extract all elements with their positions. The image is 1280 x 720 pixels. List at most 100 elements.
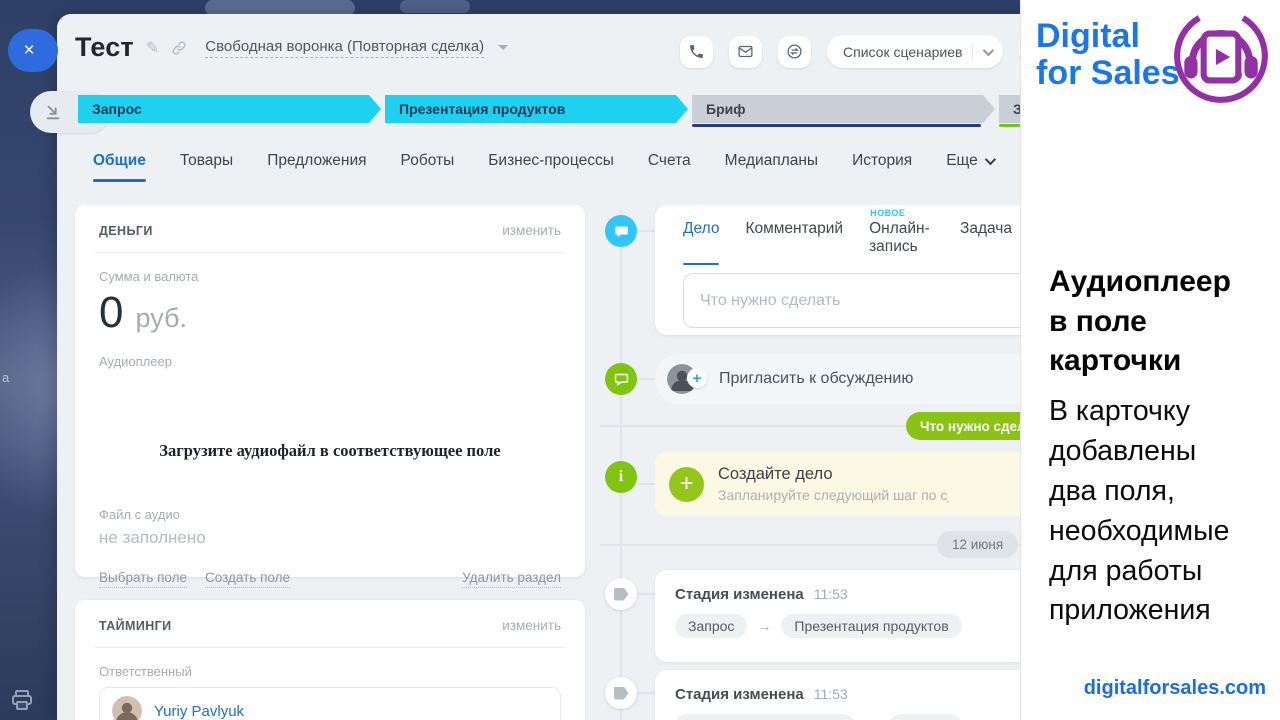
divider bbox=[95, 252, 565, 253]
stage-to-pill: Презентация продуктов bbox=[781, 614, 961, 638]
scenarios-label: Список сценариев bbox=[843, 44, 962, 60]
avatar: + bbox=[667, 364, 697, 394]
copy-link-icon[interactable] bbox=[171, 40, 187, 56]
stage-brief[interactable]: Бриф bbox=[692, 95, 995, 123]
edit-timings-link[interactable]: изменить bbox=[502, 618, 561, 633]
select-field-link[interactable]: Выбрать поле bbox=[99, 570, 187, 588]
event-time: 11:53 bbox=[814, 586, 848, 602]
collapse-arrow-icon bbox=[44, 103, 62, 121]
tab-mediaplans[interactable]: Медиапланы bbox=[725, 152, 818, 170]
tab-robots[interactable]: Роботы bbox=[401, 152, 455, 170]
tab-history[interactable]: История bbox=[852, 152, 912, 170]
tab-more[interactable]: Еще bbox=[946, 152, 993, 170]
composer-section-icon bbox=[605, 215, 637, 247]
stage-change-icon bbox=[605, 578, 637, 610]
tab-products[interactable]: Товары bbox=[180, 152, 233, 170]
todo-input[interactable] bbox=[683, 273, 1028, 328]
stage-presentation[interactable]: Презентация продуктов bbox=[385, 95, 688, 123]
amount-value: 0 bbox=[99, 288, 123, 338]
audiofile-field-label: Файл с аудио bbox=[99, 507, 561, 522]
composer-tabs: Дело Комментарий НОВОЕ Онлайн-запись Зад… bbox=[683, 220, 1012, 265]
promo-heading: Аудиоплеер в поле карточки bbox=[1049, 262, 1269, 381]
create-field-link[interactable]: Создать поле bbox=[205, 570, 290, 588]
tab-label: Бизнес-процессы bbox=[488, 152, 614, 170]
timeline-connector bbox=[637, 692, 655, 694]
amount-field-label: Сумма и валюта bbox=[99, 269, 561, 284]
stage-change-icon bbox=[605, 677, 637, 709]
arrow-right-icon: → bbox=[757, 618, 771, 634]
promo-body-line: два поля, bbox=[1049, 472, 1279, 512]
composer-tab-comment[interactable]: Комментарий bbox=[745, 220, 843, 265]
promo-heading-line: карточки bbox=[1049, 341, 1269, 381]
promo-website-link: digitalforsales.com bbox=[1084, 677, 1266, 700]
avatar bbox=[112, 696, 142, 720]
tab-label: Общие bbox=[93, 152, 146, 170]
tab-label: Еще bbox=[946, 152, 978, 170]
create-deal-subtitle: Запланируйте следующий шаг по сделке, чт… bbox=[718, 487, 948, 503]
new-badge: НОВОЕ bbox=[870, 208, 905, 218]
promo-heading-line: в поле bbox=[1049, 302, 1269, 342]
create-deal-hint-card[interactable]: + Создайте дело Запланируйте следующий ш… bbox=[655, 452, 1040, 516]
stage-from-pill: Запрос bbox=[675, 614, 747, 638]
tab-offers[interactable]: Предложения bbox=[267, 152, 366, 170]
promo-body: В карточку добавлены два поля, необходим… bbox=[1049, 392, 1279, 631]
invite-to-discussion-row[interactable]: + Пригласить к обсуждению bbox=[655, 354, 1040, 404]
info-icon: i bbox=[619, 468, 623, 486]
chat-button[interactable] bbox=[778, 36, 811, 68]
close-icon: × bbox=[23, 40, 34, 62]
responsible-user-box[interactable]: Yuriy Pavlyuk bbox=[99, 687, 561, 720]
brand-name: Digital for Sales bbox=[1036, 18, 1180, 91]
active-tab-underline bbox=[93, 179, 146, 182]
stage-changed-event: Стадия изменена 11:53 Презентация продук… bbox=[655, 670, 1040, 720]
call-button[interactable] bbox=[680, 36, 713, 68]
composer-tab-task[interactable]: Задача bbox=[960, 220, 1012, 265]
brand-line: Digital bbox=[1036, 18, 1180, 55]
timeline-connector bbox=[637, 593, 655, 595]
event-time: 11:53 bbox=[814, 686, 848, 702]
tab-general[interactable]: Общие bbox=[93, 152, 146, 182]
composer-tab-label: Дело bbox=[683, 220, 719, 237]
chevron-down-icon bbox=[498, 45, 508, 50]
deal-title: Тест bbox=[75, 32, 134, 63]
deal-header: Тест ✎ Свободная воронка (Повторная сдел… bbox=[75, 32, 508, 63]
brand-logo-icon bbox=[1170, 5, 1272, 107]
edit-title-icon[interactable]: ✎ bbox=[146, 38, 159, 58]
phone-icon bbox=[688, 43, 705, 60]
backdrop-text-fragment: a bbox=[2, 370, 9, 385]
timeline-separator bbox=[600, 425, 906, 427]
printer-icon[interactable] bbox=[10, 688, 34, 712]
section-title: ДЕНЬГИ bbox=[99, 224, 153, 238]
email-button[interactable] bbox=[729, 36, 762, 68]
audioplayer-empty-message: Загрузите аудиофайл в соответствующее по… bbox=[99, 441, 561, 461]
stage-label: Презентация продуктов bbox=[385, 95, 688, 123]
stage-zapros[interactable]: Запрос bbox=[78, 95, 381, 123]
date-chip: 12 июня bbox=[937, 531, 1018, 558]
stage-glyph-icon bbox=[614, 687, 629, 700]
composer-tab-deal[interactable]: Дело bbox=[683, 220, 719, 265]
edit-money-link[interactable]: изменить bbox=[502, 223, 561, 238]
funnel-selector[interactable]: Свободная воронка (Повторная сделка) bbox=[205, 38, 484, 58]
close-slider-button[interactable]: × bbox=[8, 29, 58, 72]
responsible-field-label: Ответственный bbox=[99, 664, 561, 679]
stage-label: Бриф bbox=[692, 95, 995, 123]
composer-tab-label: Задача bbox=[960, 220, 1012, 237]
timeline-connector bbox=[637, 483, 655, 485]
timeline-composer-card: Дело Комментарий НОВОЕ Онлайн-запись Зад… bbox=[655, 205, 1040, 335]
composer-tab-label: Онлайн-запись bbox=[869, 220, 930, 255]
tab-invoices[interactable]: Счета bbox=[648, 152, 691, 170]
invite-label: Пригласить к обсуждению bbox=[719, 370, 913, 388]
composer-tab-online-record[interactable]: НОВОЕ Онлайн-запись bbox=[869, 220, 934, 265]
stage-underline bbox=[692, 124, 981, 127]
discussion-section-icon bbox=[605, 363, 637, 395]
event-title: Стадия изменена bbox=[675, 686, 804, 703]
responsible-user-name[interactable]: Yuriy Pavlyuk bbox=[154, 703, 244, 720]
promo-body-line: В карточку bbox=[1049, 392, 1279, 432]
header-actions: Список сценариев ⚙ bbox=[680, 35, 1052, 68]
scenarios-dropdown[interactable]: Список сценариев bbox=[827, 35, 1003, 68]
tab-business-processes[interactable]: Бизнес-процессы bbox=[488, 152, 614, 170]
promo-body-line: необходимые bbox=[1049, 512, 1279, 552]
amount-value-row[interactable]: 0 руб. bbox=[99, 288, 561, 338]
promo-panel: Digital for Sales Аудиоплеер в поле карт… bbox=[1020, 0, 1280, 720]
delete-section-link[interactable]: Удалить раздел bbox=[462, 570, 561, 588]
app-root: a × Тест ✎ Свободная воронка (Повтор bbox=[0, 0, 1280, 720]
